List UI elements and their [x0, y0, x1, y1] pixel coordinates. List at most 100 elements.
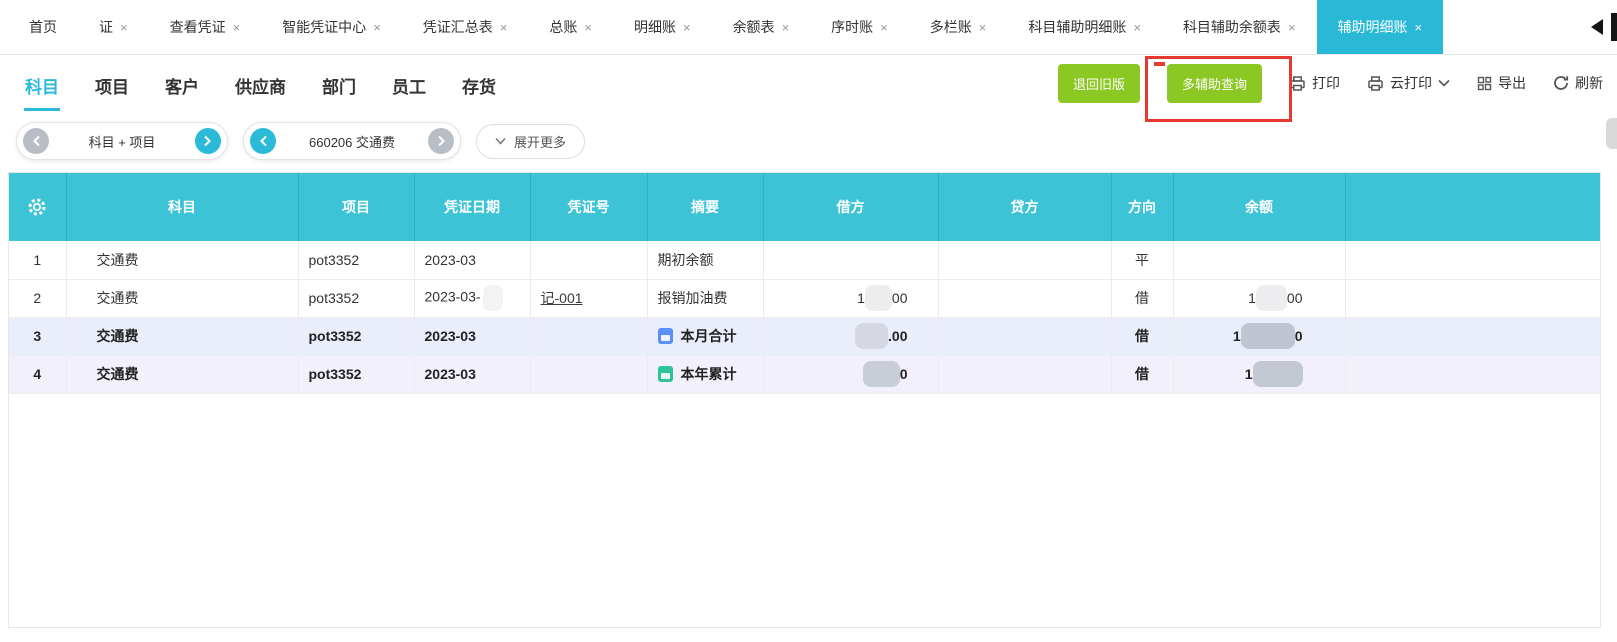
- tab[interactable]: 首页: [8, 0, 78, 54]
- voucher-link[interactable]: 记-001: [541, 290, 583, 306]
- tab-bar: 首页证 × 查看凭证 × 智能凭证中心 × 凭证汇总表 × 总账 × 明细账 × 余额表 × 序时账 × 多栏账…: [0, 0, 1617, 55]
- tab[interactable]: 查看凭证 ×: [149, 0, 262, 54]
- cell-extra: [1345, 317, 1600, 356]
- cell-extra: [1345, 355, 1600, 394]
- tab-close-icon[interactable]: ×: [373, 20, 381, 35]
- column-header[interactable]: 贷方: [938, 173, 1112, 241]
- tab-close-icon[interactable]: ×: [880, 20, 888, 35]
- tab-close-icon[interactable]: ×: [500, 20, 508, 35]
- cell-voucher-no: [530, 317, 648, 356]
- ledger-table: 科目 项目 凭证日期 凭证号 摘要 借方 贷方 方向 余额 1 交通费 pot3352 2023-03…: [9, 173, 1600, 394]
- tab-close-icon[interactable]: ×: [120, 20, 128, 35]
- tab-close-icon[interactable]: ×: [782, 20, 790, 35]
- chevron-right-icon[interactable]: [194, 128, 221, 154]
- voucher-date-text: 2023-03: [424, 251, 476, 268]
- cell-project: pot3352: [298, 279, 415, 318]
- cell-project: pot3352: [298, 317, 415, 356]
- column-header[interactable]: 科目: [66, 173, 299, 241]
- cell-credit: [938, 241, 1112, 280]
- tab[interactable]: 智能凭证中心 ×: [261, 0, 402, 54]
- refresh-button[interactable]: 刷新: [1553, 73, 1603, 93]
- export-button[interactable]: 导出: [1477, 73, 1526, 93]
- back-to-old-version-button[interactable]: 退回旧版: [1057, 63, 1140, 103]
- tab[interactable]: 科目辅助余额表 ×: [1162, 0, 1317, 54]
- amount-value: 0: [774, 361, 908, 387]
- cloud-print-button[interactable]: 云打印: [1367, 73, 1450, 93]
- month-total-icon: [657, 328, 673, 344]
- column-header[interactable]: 方向: [1111, 173, 1174, 241]
- voucher-date-text: 2023-03: [424, 366, 476, 382]
- tab-close-icon[interactable]: ×: [1288, 20, 1296, 35]
- cell-project: pot3352: [298, 241, 415, 280]
- column-header[interactable]: 凭证日期: [414, 173, 531, 241]
- chevron-right-icon[interactable]: [428, 128, 454, 154]
- cell-project: pot3352: [298, 355, 415, 394]
- table-row[interactable]: 4 交通费 pot3352 2023-03 本年累计 0 借 1: [9, 355, 1600, 394]
- dimension-filter-pill[interactable]: 科目 + 项目: [16, 122, 228, 160]
- print-label: 打印: [1312, 75, 1340, 91]
- tab-label: 科目辅助余额表: [1182, 19, 1281, 35]
- cell-credit: [938, 317, 1112, 356]
- assist-nav-tab[interactable]: 客户: [164, 58, 200, 111]
- amount-visible-text: 1: [1232, 328, 1241, 344]
- voucher-date-text: 2023-03-: [424, 288, 481, 305]
- assist-nav-tab[interactable]: 项目: [94, 58, 130, 111]
- chevron-left-icon[interactable]: [250, 128, 276, 154]
- tab-close-icon[interactable]: ×: [1415, 20, 1423, 35]
- gear-icon[interactable]: [26, 196, 48, 218]
- tab-label: 首页: [29, 19, 57, 35]
- tab[interactable]: 总账 ×: [528, 0, 613, 54]
- year-total-icon: [657, 366, 673, 382]
- subject-filter-pill[interactable]: 660206 交通费: [243, 122, 461, 160]
- cell-direction: 借: [1111, 279, 1174, 318]
- amount-visible-text: 00: [1286, 290, 1303, 306]
- table-row[interactable]: 1 交通费 pot3352 2023-03 期初余额 平: [9, 241, 1600, 280]
- column-header[interactable]: 凭证号: [530, 173, 648, 241]
- column-header[interactable]: 借方: [763, 173, 939, 241]
- table-row[interactable]: 3 交通费 pot3352 2023-03 本月合计 .00 借 1 0: [9, 317, 1600, 356]
- column-header[interactable]: 摘要: [647, 173, 764, 241]
- chevron-left-icon[interactable]: [23, 128, 49, 154]
- tab-close-icon[interactable]: ×: [1133, 20, 1141, 35]
- cell-debit: [763, 241, 939, 280]
- assist-nav-tab[interactable]: 存货: [461, 58, 497, 111]
- settings-header-cell[interactable]: [9, 173, 67, 241]
- assist-nav-tab[interactable]: 供应商: [234, 58, 287, 111]
- cell-direction: 借: [1111, 317, 1174, 356]
- tab[interactable]: 证 ×: [78, 0, 149, 54]
- refresh-icon: [1554, 76, 1569, 90]
- multi-assist-query-button[interactable]: 多辅助查询: [1166, 63, 1262, 103]
- expand-more-button[interactable]: 展开更多: [476, 123, 586, 159]
- print-button[interactable]: 打印: [1289, 73, 1340, 93]
- assist-nav-tab[interactable]: 员工: [391, 58, 427, 111]
- amount-visible-text: 1: [857, 290, 865, 306]
- tab-close-icon[interactable]: ×: [584, 20, 592, 35]
- tab[interactable]: 凭证汇总表 ×: [402, 0, 529, 54]
- cell-voucher-no: 记-001: [530, 279, 648, 318]
- tab-scroll-right-button[interactable]: [1611, 13, 1617, 41]
- amount-visible-text: 1: [1244, 366, 1253, 382]
- column-header[interactable]: 余额: [1173, 173, 1346, 241]
- vertical-scrollbar-thumb[interactable]: [1606, 118, 1617, 149]
- assist-nav-tab[interactable]: 科目: [24, 58, 60, 111]
- column-header[interactable]: 项目: [298, 173, 415, 241]
- redaction-blob: [855, 323, 889, 349]
- cell-subject: 交通费: [66, 241, 299, 280]
- tab-label: 多栏账: [929, 19, 972, 35]
- tab[interactable]: 明细账 ×: [613, 0, 712, 54]
- tab[interactable]: 多栏账 ×: [909, 0, 1008, 54]
- tab-close-icon[interactable]: ×: [233, 20, 241, 35]
- tab-close-icon[interactable]: ×: [683, 20, 691, 35]
- tab[interactable]: 辅助明细账 ×: [1316, 0, 1444, 54]
- amount-value: .00: [774, 323, 908, 349]
- tab[interactable]: 科目辅助明细账 ×: [1007, 0, 1162, 54]
- tab-label: 序时账: [831, 19, 874, 35]
- filter-bar: 科目 + 项目 660206 交通费 展开更多: [0, 111, 1617, 164]
- assist-nav-tab[interactable]: 部门: [321, 58, 357, 111]
- cell-subject: 交通费: [66, 317, 299, 356]
- table-row[interactable]: 2 交通费 pot3352 2023-03- 记-001 报销加油费 1 00 借 1 00: [9, 279, 1600, 318]
- tab-close-icon[interactable]: ×: [979, 20, 987, 35]
- export-icon: [1477, 76, 1492, 90]
- tab[interactable]: 余额表 ×: [712, 0, 811, 54]
- tab[interactable]: 序时账 ×: [810, 0, 909, 54]
